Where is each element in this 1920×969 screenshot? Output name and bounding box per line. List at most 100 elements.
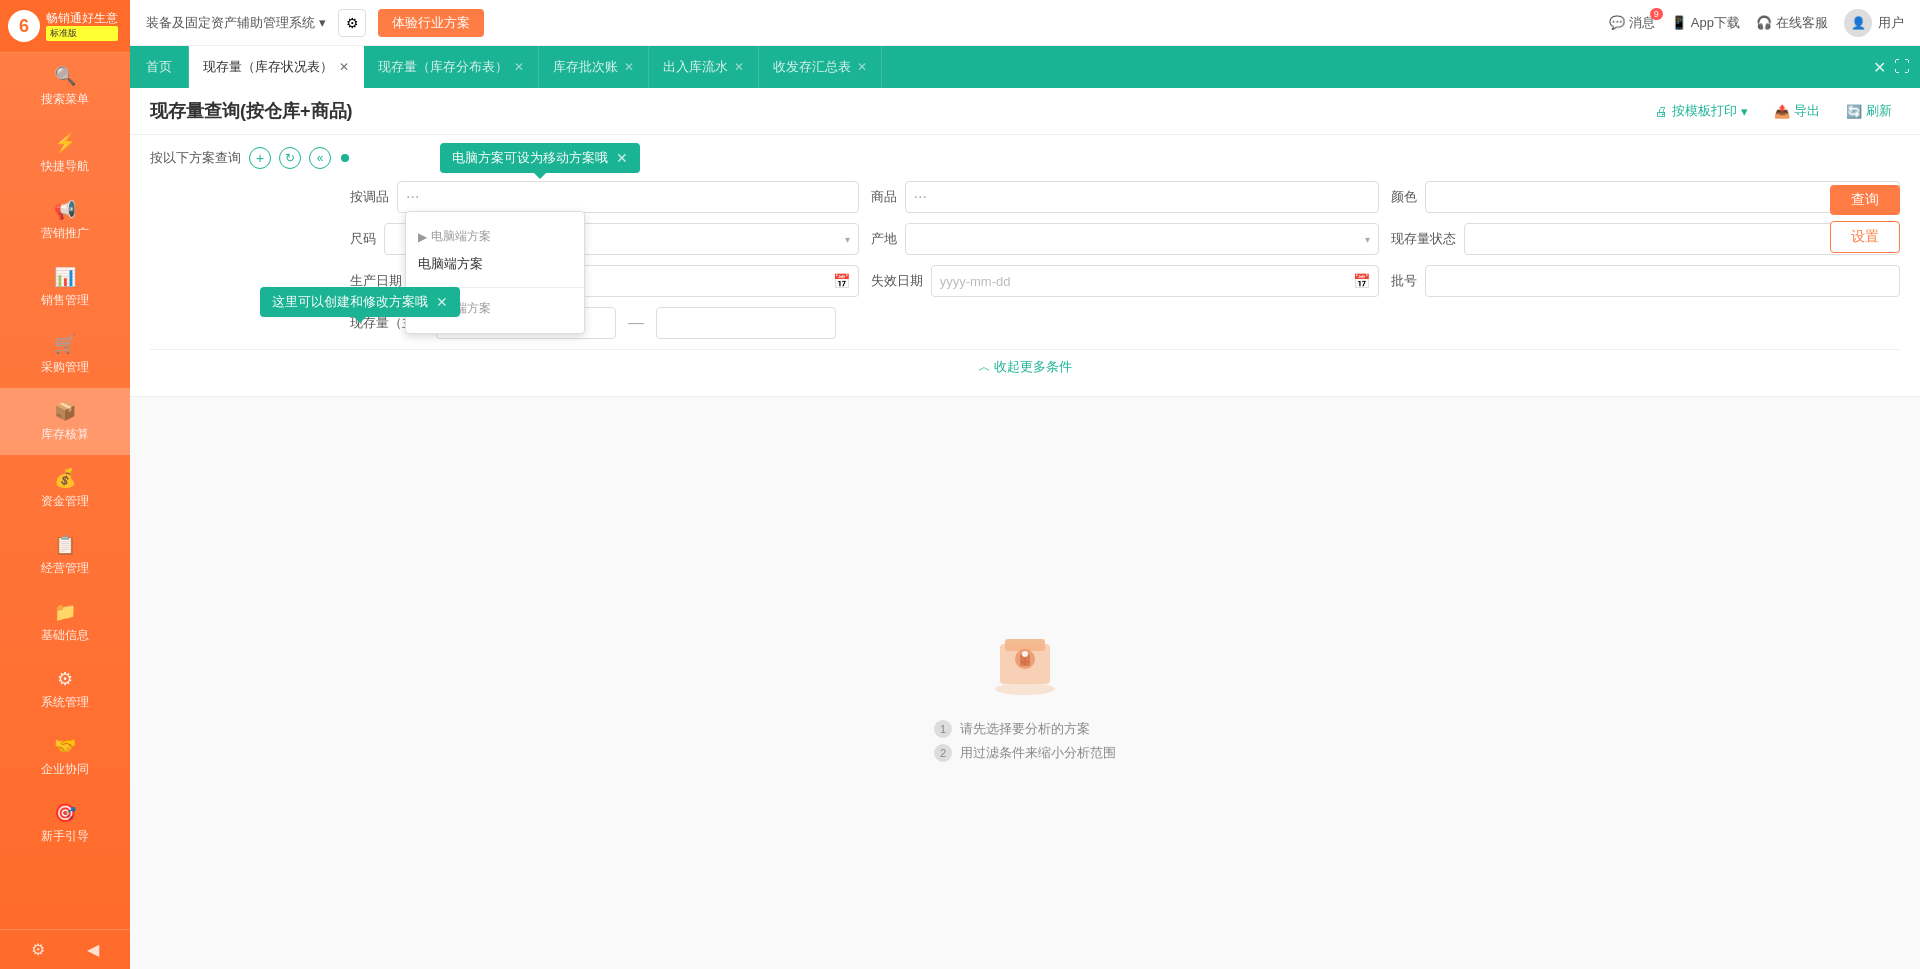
filter-refresh-btn[interactable]: ↻	[279, 147, 301, 169]
filter-dot-indicator	[341, 154, 349, 162]
filter-exp-date-label: 失效日期	[871, 272, 923, 290]
filter-range-dash: —	[628, 314, 644, 332]
message-icon: 💬	[1609, 15, 1625, 30]
filter-batch-label: 批号	[1391, 272, 1417, 290]
tab-home[interactable]: 首页	[130, 46, 189, 88]
tab-stock-dist-close[interactable]: ✕	[514, 60, 524, 74]
page-header: 现存量查询(按仓库+商品) 🖨 按模板打印 ▾ 📤 导出 🔄 刷新	[130, 88, 1920, 135]
tab-stock-status-label: 现存量（库存状况表）	[203, 58, 333, 76]
message-btn[interactable]: 💬 消息 9	[1609, 14, 1655, 32]
calendar-icon-2[interactable]: 📅	[1353, 273, 1370, 289]
logo-badge: 标准版	[46, 26, 118, 41]
tab-spacer	[882, 46, 1863, 88]
settings-bottom-icon[interactable]: ⚙	[31, 940, 45, 959]
sidebar: 6 畅销通好生意 标准版 🔍 搜索菜单 ⚡ 快捷导航 📢 营销推广 📊 销售管理…	[0, 0, 130, 969]
service-btn[interactable]: 🎧 在线客服	[1756, 14, 1828, 32]
logo-icon: 6	[8, 10, 40, 42]
filter-exp-date-field[interactable]: yyyy-mm-dd 📅	[931, 265, 1380, 297]
user-menu[interactable]: 👤 用户	[1844, 9, 1904, 37]
sidebar-item-system[interactable]: ⚙ 系统管理	[0, 656, 130, 723]
system-name-text: 装备及固定资产辅助管理系统	[146, 14, 315, 32]
empty-tip-2: 2 用过滤条件来缩小分析范围	[934, 744, 1116, 762]
tab-close-all-btn[interactable]: ✕	[1873, 58, 1886, 77]
tooltip2-close-btn[interactable]: ✕	[436, 294, 448, 310]
filter-warehouse-label: 按调品	[350, 188, 389, 206]
phone-icon: 📱	[1671, 15, 1687, 30]
filter-origin-field[interactable]: ▾	[905, 223, 1380, 255]
sidebar-item-basic[interactable]: 📁 基础信息	[0, 589, 130, 656]
collapse-bar[interactable]: ︿ 收起更多条件	[150, 349, 1900, 384]
calendar-icon-1[interactable]: 📅	[833, 273, 850, 289]
export-btn[interactable]: 📤 导出	[1766, 98, 1828, 124]
empty-tip-1: 1 请先选择要分析的方案	[934, 720, 1116, 738]
print-btn[interactable]: 🖨 按模板打印 ▾	[1647, 98, 1756, 124]
industry-btn[interactable]: 体验行业方案	[378, 9, 484, 37]
sidebar-item-search[interactable]: 🔍 搜索菜单	[0, 53, 130, 120]
sidebar-item-inventory[interactable]: 📦 库存核算	[0, 388, 130, 455]
refresh-label: 刷新	[1866, 102, 1892, 120]
empty-tip-2-text: 用过滤条件来缩小分析范围	[960, 744, 1116, 762]
page-content: 现存量查询(按仓库+商品) 🖨 按模板打印 ▾ 📤 导出 🔄 刷新	[130, 88, 1920, 969]
tab-stock-inout[interactable]: 出入库流水 ✕	[649, 46, 759, 88]
page-actions: 🖨 按模板打印 ▾ 📤 导出 🔄 刷新	[1647, 98, 1900, 124]
filter-stock-status: 现存量状态 ▾	[1391, 223, 1900, 255]
tab-stock-summary[interactable]: 收发存汇总表 ✕	[759, 46, 882, 88]
collapse-sidebar-btn[interactable]: ◀	[87, 940, 99, 959]
tab-stock-status-close[interactable]: ✕	[339, 60, 349, 74]
filter-stock-main-to[interactable]	[656, 307, 836, 339]
tab-stock-summary-close[interactable]: ✕	[857, 60, 867, 74]
tab-stock-dist-label: 现存量（库存分布表）	[378, 58, 508, 76]
settings-btn[interactable]: ⚙	[338, 9, 366, 37]
filter-warehouse-field[interactable]: ···	[397, 181, 859, 213]
print-label: 按模板打印	[1672, 102, 1737, 120]
app-download-btn[interactable]: 📱 App下载	[1671, 14, 1740, 32]
empty-tip-1-text: 请先选择要分析的方案	[960, 720, 1090, 738]
sidebar-item-quick[interactable]: ⚡ 快捷导航	[0, 120, 130, 187]
filter-color-field[interactable]: ▾	[1425, 181, 1900, 213]
filter-back-btn[interactable]: «	[309, 147, 331, 169]
refresh-icon: 🔄	[1846, 104, 1862, 119]
filter-add-btn[interactable]: +	[249, 147, 271, 169]
tab-expand-btn[interactable]: ⛶	[1894, 58, 1910, 76]
scheme-section-desktop-header[interactable]: ▶ 电脑端方案	[406, 224, 584, 249]
system-icon: ⚙	[57, 668, 73, 690]
sidebar-item-marketing[interactable]: 📢 营销推广	[0, 187, 130, 254]
tooltip-scheme-info: 电脑方案可设为移动方案哦 ✕	[440, 143, 640, 173]
tab-stock-batch-close[interactable]: ✕	[624, 60, 634, 74]
tab-stock-batch[interactable]: 库存批次账 ✕	[539, 46, 649, 88]
sidebar-item-operation[interactable]: 📋 经营管理	[0, 522, 130, 589]
refresh-btn[interactable]: 🔄 刷新	[1838, 98, 1900, 124]
filter-color: 颜色 ▾	[1391, 181, 1900, 213]
filter-batch-field[interactable]	[1425, 265, 1900, 297]
filter-area: 按以下方案查询 + ↻ « 电脑方案可设为移动方案哦 ✕ ▶ 电脑端方案	[130, 135, 1920, 397]
tooltip1-close-btn[interactable]: ✕	[616, 150, 628, 166]
sidebar-item-sales[interactable]: 📊 销售管理	[0, 254, 130, 321]
dropdown-arrow-icon: ▾	[319, 15, 326, 30]
sidebar-item-guide[interactable]: 🎯 新手引导	[0, 790, 130, 857]
tab-stock-status[interactable]: 现存量（库存状况表） ✕	[189, 46, 364, 88]
tab-home-label: 首页	[146, 58, 172, 76]
system-name-dropdown[interactable]: 装备及固定资产辅助管理系统 ▾	[146, 14, 326, 32]
tooltip1-text: 电脑方案可设为移动方案哦	[452, 149, 608, 167]
sidebar-item-enterprise[interactable]: 🤝 企业协同	[0, 723, 130, 790]
sidebar-item-finance[interactable]: 💰 资金管理	[0, 455, 130, 522]
scheme-item-desktop[interactable]: 电脑端方案	[406, 249, 584, 279]
tab-stock-dist[interactable]: 现存量（库存分布表） ✕	[364, 46, 539, 88]
svg-point-5	[1022, 651, 1028, 657]
search-btn[interactable]: 查询	[1830, 185, 1900, 215]
tab-stock-summary-label: 收发存汇总表	[773, 58, 851, 76]
filter-batch: 批号	[1391, 265, 1900, 297]
tab-stock-inout-close[interactable]: ✕	[734, 60, 744, 74]
collapse-up-icon: ︿	[978, 359, 991, 374]
page-title: 现存量查询(按仓库+商品)	[150, 99, 353, 123]
tab-controls: ✕ ⛶	[1863, 46, 1920, 88]
tab-stock-inout-label: 出入库流水	[663, 58, 728, 76]
filter-exp-date: 失效日期 yyyy-mm-dd 📅	[871, 265, 1380, 297]
filter-goods: 商品 ···	[871, 181, 1380, 213]
reset-btn[interactable]: 设置	[1830, 221, 1900, 253]
sidebar-item-purchase[interactable]: 🛒 采购管理	[0, 321, 130, 388]
filter-goods-field[interactable]: ···	[905, 181, 1380, 213]
user-label: 用户	[1878, 14, 1904, 32]
filter-header-text: 按以下方案查询	[150, 149, 241, 167]
scheme-item1-label: 电脑端方案	[418, 255, 483, 273]
